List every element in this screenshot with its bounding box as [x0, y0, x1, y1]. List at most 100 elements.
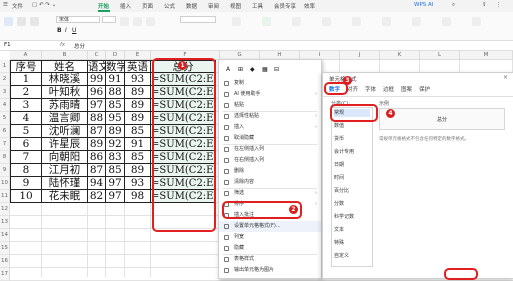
- category-item[interactable]: 自定义: [334, 252, 370, 260]
- row-header-7[interactable]: 7: [0, 138, 10, 151]
- mini-toolbar[interactable]: A ⊞ ◆ ▦ ⊟: [224, 64, 316, 76]
- row-header-1[interactable]: 1: [0, 60, 10, 73]
- table-style-icon[interactable]: [262, 17, 271, 26]
- table-cell[interactable]: 10: [10, 190, 42, 203]
- italic-icon[interactable]: I: [65, 27, 67, 34]
- table-cell[interactable]: 4: [10, 112, 42, 125]
- column-header-J[interactable]: J: [340, 51, 380, 60]
- table-cell[interactable]: 1: [10, 73, 42, 86]
- table-cell[interactable]: 沈听澜: [42, 125, 88, 138]
- table-cell[interactable]: 85: [106, 99, 125, 112]
- category-item[interactable]: 科学记数: [334, 213, 370, 221]
- header-cell-3[interactable]: 数学: [106, 60, 125, 73]
- rows-cols-icon[interactable]: [442, 17, 451, 26]
- tab-1[interactable]: 对齐: [347, 86, 358, 95]
- quick-access-icons[interactable]: ▢ ↶ ↷ ⌄: [32, 2, 56, 8]
- header-cell-0[interactable]: 序号: [10, 60, 42, 73]
- context-menu-item[interactable]: 设置单元格格式(F)...: [219, 221, 321, 232]
- context-menu-item[interactable]: 列宽: [219, 232, 321, 243]
- row-header-2[interactable]: 2: [0, 73, 10, 86]
- column-header-M[interactable]: M: [460, 51, 513, 60]
- menu-tab-7[interactable]: 工具: [252, 2, 263, 10]
- context-menu-item[interactable]: 输出单元格为图片: [219, 265, 321, 276]
- cells-icon[interactable]: [412, 17, 421, 26]
- table-cell[interactable]: 99: [88, 73, 106, 86]
- row-header-4[interactable]: 4: [0, 99, 10, 112]
- menu-tab-9[interactable]: 效率: [304, 2, 315, 10]
- menu-tab-1[interactable]: 插入: [120, 2, 131, 10]
- table-cell[interactable]: 温言卿: [42, 112, 88, 125]
- table-cell[interactable]: 89: [125, 86, 151, 99]
- table-cell[interactable]: 花未眠: [42, 190, 88, 203]
- file-menu[interactable]: 文件: [12, 2, 23, 10]
- table-cell[interactable]: 95: [106, 112, 125, 125]
- menu-tab-0[interactable]: 开始: [98, 2, 109, 10]
- table-cell[interactable]: 89: [88, 138, 106, 151]
- column-header-L[interactable]: L: [420, 51, 460, 60]
- header-cell-1[interactable]: 姓名: [42, 60, 88, 73]
- table-cell[interactable]: 3: [10, 99, 42, 112]
- row-header-17[interactable]: 17: [0, 268, 10, 281]
- mini-border-icon[interactable]: ▦: [262, 66, 268, 73]
- menu-tab-5[interactable]: 审阅: [208, 2, 219, 10]
- table-cell[interactable]: 5: [10, 125, 42, 138]
- table-cell[interactable]: 许星辰: [42, 138, 88, 151]
- mini-fill-icon[interactable]: ◆: [250, 66, 255, 73]
- tab-5[interactable]: 保护: [419, 86, 430, 95]
- share-icon[interactable]: ⇪: [482, 2, 487, 8]
- table-cell[interactable]: 91: [125, 138, 151, 151]
- table-cell[interactable]: 96: [88, 86, 106, 99]
- table-cell[interactable]: 苏雨晴: [42, 99, 88, 112]
- context-menu-item[interactable]: 取消隐藏: [219, 133, 321, 144]
- search-icon[interactable]: ⌕: [452, 2, 455, 9]
- table-cell[interactable]: 94: [88, 177, 106, 190]
- table-cell[interactable]: 98: [125, 190, 151, 203]
- more-icon[interactable]: ⋮: [496, 2, 502, 8]
- wps-ai-button[interactable]: WPS AI: [414, 2, 433, 8]
- table-cell[interactable]: 93: [125, 177, 151, 190]
- table-cell[interactable]: 97: [88, 99, 106, 112]
- table-cell[interactable]: 83: [106, 151, 125, 164]
- align-icon[interactable]: [120, 17, 129, 26]
- sum-icon[interactable]: [292, 17, 301, 26]
- table-cell[interactable]: 97: [106, 177, 125, 190]
- menu-tab-3[interactable]: 公式: [164, 2, 175, 10]
- table-cell[interactable]: 89: [125, 99, 151, 112]
- mini-merge-icon[interactable]: ⊟: [274, 66, 279, 73]
- row-header-10[interactable]: 10: [0, 177, 10, 190]
- table-cell[interactable]: 陆怀瑾: [42, 177, 88, 190]
- column-header-E[interactable]: E: [125, 51, 151, 60]
- table-cell[interactable]: 88: [88, 112, 106, 125]
- table-cell[interactable]: 97: [106, 190, 125, 203]
- row-header-14[interactable]: 14: [0, 229, 10, 242]
- find-icon[interactable]: [472, 17, 481, 26]
- column-header-A[interactable]: A: [10, 51, 42, 60]
- row-header-8[interactable]: 8: [0, 151, 10, 164]
- context-menu-item[interactable]: 粘贴: [219, 100, 321, 111]
- table-cell[interactable]: 2: [10, 86, 42, 99]
- row-header-15[interactable]: 15: [0, 242, 10, 255]
- row-header-12[interactable]: 12: [0, 203, 10, 216]
- table-cell[interactable]: 92: [106, 138, 125, 151]
- context-menu-item[interactable]: 筛选 ›: [219, 188, 321, 199]
- context-menu-item[interactable]: 隐藏: [219, 243, 321, 254]
- context-menu-item[interactable]: 复制: [219, 78, 321, 89]
- tab-4[interactable]: 图案: [401, 86, 412, 95]
- context-menu-item[interactable]: AI 使用助手 ›: [219, 89, 321, 100]
- name-box[interactable]: F1: [4, 42, 11, 48]
- column-header-D[interactable]: D: [106, 51, 125, 60]
- row-header-9[interactable]: 9: [0, 164, 10, 177]
- bold-icon[interactable]: B: [57, 27, 62, 34]
- header-cell-2[interactable]: 语文: [88, 60, 106, 73]
- tab-2[interactable]: 字体: [365, 86, 376, 95]
- fill-icon[interactable]: [382, 17, 391, 26]
- menu-tab-8[interactable]: 会员专享: [274, 2, 296, 10]
- table-cell[interactable]: 85: [125, 125, 151, 138]
- close-icon[interactable]: ×: [503, 74, 508, 81]
- table-cell[interactable]: 林晓溪: [42, 73, 88, 86]
- context-menu-item[interactable]: 表格样式: [219, 254, 321, 265]
- filter-icon[interactable]: [322, 17, 331, 26]
- mini-font-icon[interactable]: A: [226, 66, 230, 73]
- cut-icon[interactable]: [30, 17, 39, 26]
- category-item[interactable]: 分数: [334, 200, 370, 208]
